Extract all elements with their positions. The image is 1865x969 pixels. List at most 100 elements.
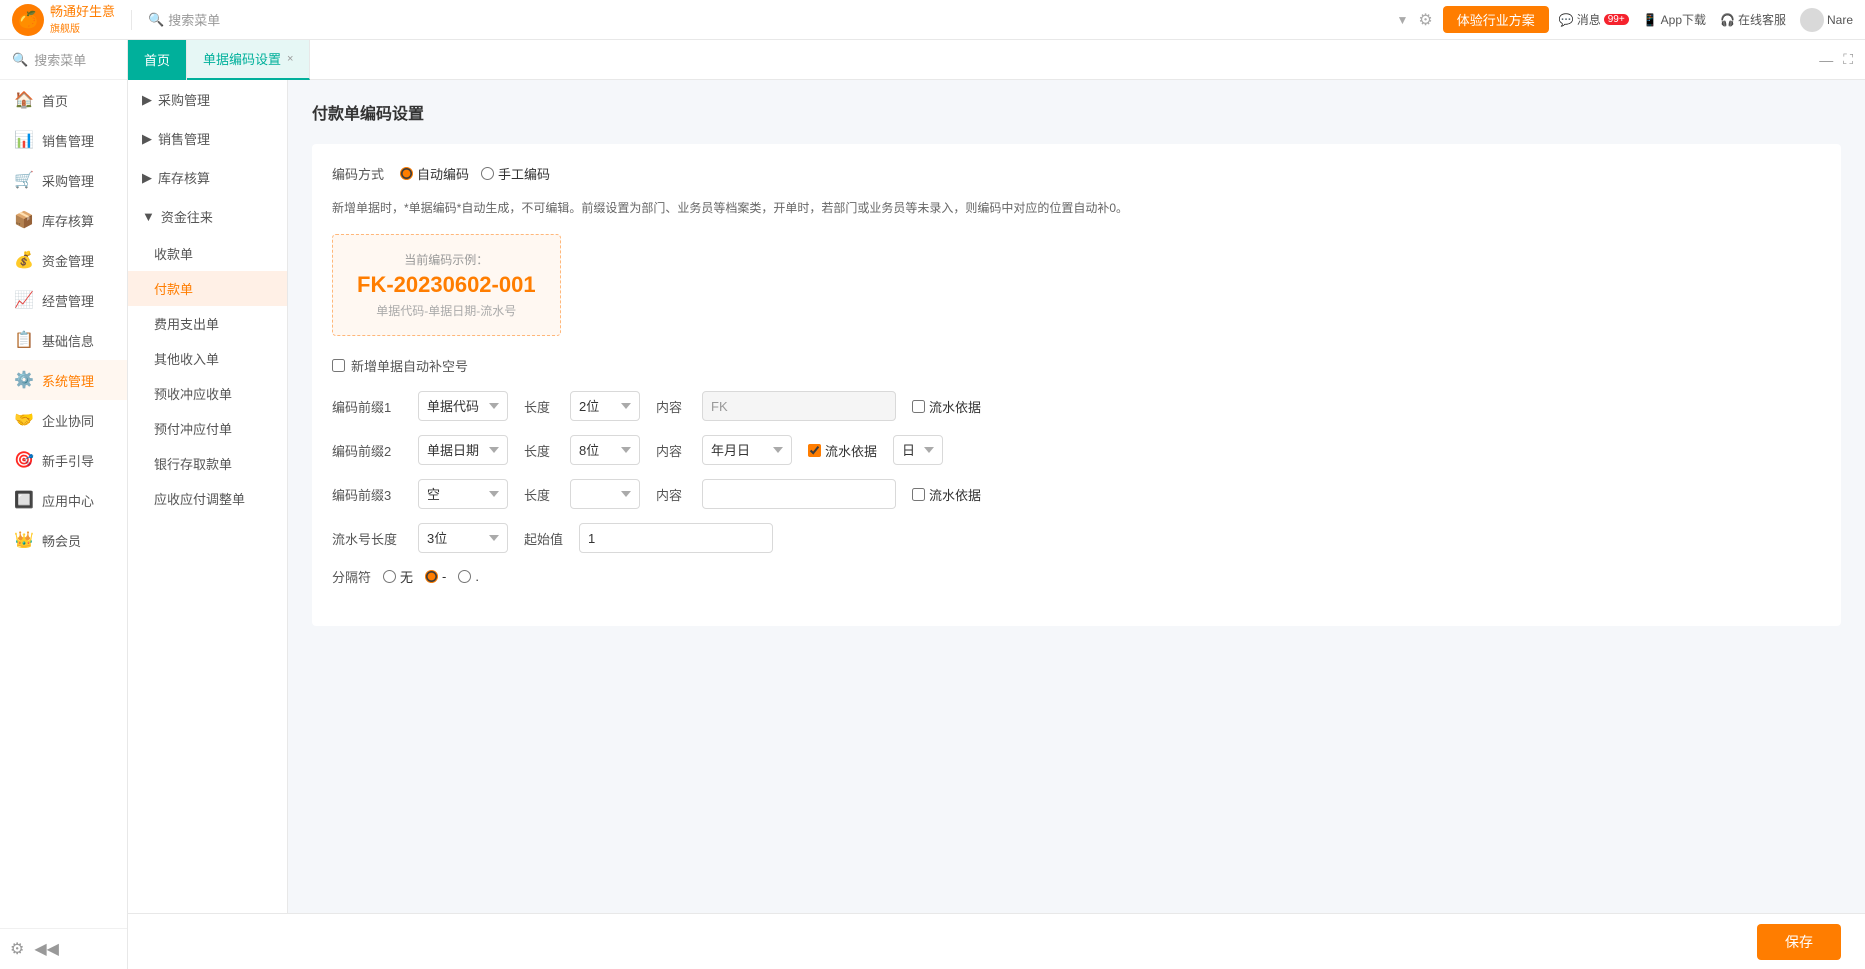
message-btn[interactable]: 💬 消息 99+ (1559, 11, 1629, 28)
upgrade-button[interactable]: 体验行业方案 (1443, 6, 1549, 33)
tab-minimize-icon[interactable]: — (1819, 52, 1833, 68)
home-icon: 🏠 (14, 90, 34, 110)
tab-encoding-settings[interactable]: 单据编码设置 × (187, 40, 310, 80)
length3-label: 长度 (524, 485, 550, 504)
auto-fill-label: 新增单据自动补空号 (351, 356, 468, 375)
waterfall1-checkbox[interactable] (912, 400, 925, 413)
auto-encoding-radio[interactable]: 自动编码 (400, 164, 469, 183)
auto-encoding-input[interactable] (400, 167, 413, 180)
sidebar-item-basic[interactable]: 📋 基础信息 (0, 320, 127, 360)
service-btn[interactable]: 🎧 在线客服 (1720, 11, 1786, 28)
sub-item-payment[interactable]: 付款单 (128, 271, 287, 306)
sep-dash-radio[interactable] (425, 570, 438, 583)
waterfall1-label: 流水依据 (929, 397, 981, 416)
tip-text: 新增单据时，*单据编码*自动生成，不可编辑。前缀设置为部门、业务员等档案类，开单… (332, 199, 1821, 218)
start-value-input[interactable] (579, 523, 773, 553)
encoding-radio-group: 自动编码 手工编码 (400, 164, 550, 183)
sidebar-search-icon: 🔍 (12, 52, 28, 68)
sidebar-item-operations[interactable]: 📈 经营管理 (0, 280, 127, 320)
sub-item-adjustment[interactable]: 应收应付调整单 (128, 481, 287, 516)
user-info[interactable]: Nare (1800, 8, 1853, 32)
length1-select[interactable]: 2位 (570, 391, 640, 421)
prefix2-select[interactable]: 单据日期 (418, 435, 508, 465)
sep-none-radio-label[interactable]: 无 (383, 567, 413, 586)
waterfall2-checkbox-label[interactable]: 流水依据 (808, 441, 877, 460)
tab-encoding-label: 单据编码设置 (203, 49, 281, 68)
message-badge: 99+ (1604, 14, 1629, 25)
sub-item-prepay-receivable[interactable]: 预收冲应收单 (128, 376, 287, 411)
sub-item-bank[interactable]: 银行存取款单 (128, 446, 287, 481)
sub-arrow-purchase: ▶ (142, 92, 152, 108)
waterfall3-checkbox[interactable] (912, 488, 925, 501)
sep-dash-radio-label[interactable]: - (425, 569, 446, 584)
sidebar-item-system[interactable]: ⚙️ 系统管理 (0, 360, 127, 400)
tab-home[interactable]: 首页 (128, 40, 187, 80)
sub-group-inventory: ▶ 库存核算 (128, 158, 287, 197)
sidebar-item-home[interactable]: 🏠 首页 (0, 80, 127, 120)
tab-close-icon[interactable]: × (287, 53, 293, 65)
manual-encoding-radio[interactable]: 手工编码 (481, 164, 550, 183)
auto-fill-checkbox[interactable] (332, 359, 345, 372)
search-label: 搜索菜单 (168, 10, 220, 29)
manual-encoding-input[interactable] (481, 167, 494, 180)
sub-arrow-inventory: ▶ (142, 170, 152, 186)
sidebar-search-label: 搜索菜单 (34, 50, 86, 69)
waterfall3-label: 流水依据 (929, 485, 981, 504)
sidebar-settings-icon[interactable]: ⚙ (10, 939, 24, 959)
tabs-bar: 首页 单据编码设置 × — ⛶ (128, 40, 1865, 80)
tab-maximize-icon[interactable]: ⛶ (1843, 51, 1853, 68)
waterfall1-checkbox-label[interactable]: 流水依据 (912, 397, 981, 416)
sep-dash-label: - (442, 569, 446, 584)
sub-item-prepay-payable[interactable]: 预付冲应付单 (128, 411, 287, 446)
sep-dot-radio[interactable] (458, 570, 471, 583)
encoding-method-label: 编码方式 (332, 164, 384, 183)
preview-desc: 单据代码-单据日期-流水号 (357, 302, 536, 319)
content2-select[interactable]: 年月日 (702, 435, 792, 465)
sidebar-item-inventory-label: 库存核算 (42, 211, 94, 230)
download-label: App下载 (1661, 11, 1706, 28)
sidebar-item-finance-label: 资金管理 (42, 251, 94, 270)
serial-length-select[interactable]: 3位 (418, 523, 508, 553)
sidebar-item-finance[interactable]: 💰 资金管理 (0, 240, 127, 280)
sidebar-item-inventory[interactable]: 📦 库存核算 (0, 200, 127, 240)
prefix3-select[interactable]: 空 (418, 479, 508, 509)
preview-box: 当前编码示例： FK-20230602-001 单据代码-单据日期-流水号 (332, 234, 561, 336)
sub-item-receipt[interactable]: 收款单 (128, 236, 287, 271)
sidebar-item-guide[interactable]: 🎯 新手引导 (0, 440, 127, 480)
waterfall2-checkbox[interactable] (808, 444, 821, 457)
sidebar-item-sales[interactable]: 📊 销售管理 (0, 120, 127, 160)
sidebar-search[interactable]: 🔍 搜索菜单 (0, 40, 127, 80)
download-btn[interactable]: 📱 App下载 (1643, 11, 1706, 28)
settings-card: 编码方式 自动编码 手工编码 (312, 144, 1841, 626)
prefix1-select[interactable]: 单据代码 (418, 391, 508, 421)
sidebar-item-purchase[interactable]: 🛒 采购管理 (0, 160, 127, 200)
dropdown-arrow-icon[interactable]: ▼ (1397, 13, 1409, 27)
waterfall2-unit-select[interactable]: 日 (893, 435, 943, 465)
sub-item-expense[interactable]: 费用支出单 (128, 306, 287, 341)
sep-none-radio[interactable] (383, 570, 396, 583)
sub-header-purchase[interactable]: ▶ 采购管理 (128, 80, 287, 119)
settings-icon[interactable]: ⚙ (1418, 10, 1432, 30)
sidebar-item-app-center[interactable]: 🔲 应用中心 (0, 480, 127, 520)
message-icon: 💬 (1559, 13, 1574, 27)
content3-input[interactable] (702, 479, 896, 509)
sidebar-item-enterprise-label: 企业协同 (42, 411, 94, 430)
content-area: 首页 单据编码设置 × — ⛶ ▶ 采购管理 (128, 40, 1865, 969)
logo-sub: 旗舰版 (50, 20, 115, 35)
search-area[interactable]: 🔍 搜索菜单 (148, 10, 1387, 29)
sidebar-item-member[interactable]: 👑 畅会员 (0, 520, 127, 560)
sidebar-collapse-icon[interactable]: ◀◀ (34, 939, 59, 959)
save-button[interactable]: 保存 (1757, 924, 1841, 960)
length3-select[interactable] (570, 479, 640, 509)
sub-item-other-income[interactable]: 其他收入单 (128, 341, 287, 376)
encoding-method-row: 编码方式 自动编码 手工编码 (332, 164, 1821, 183)
sub-header-finance[interactable]: ▼ 资金往来 (128, 197, 287, 236)
sep-dot-radio-label[interactable]: . (458, 569, 479, 584)
sub-header-sales[interactable]: ▶ 销售管理 (128, 119, 287, 158)
sidebar-item-purchase-label: 采购管理 (42, 171, 94, 190)
sub-header-inventory[interactable]: ▶ 库存核算 (128, 158, 287, 197)
sidebar-item-enterprise[interactable]: 🤝 企业协同 (0, 400, 127, 440)
waterfall3-checkbox-label[interactable]: 流水依据 (912, 485, 981, 504)
length2-select[interactable]: 8位 (570, 435, 640, 465)
waterfall2-label: 流水依据 (825, 441, 877, 460)
